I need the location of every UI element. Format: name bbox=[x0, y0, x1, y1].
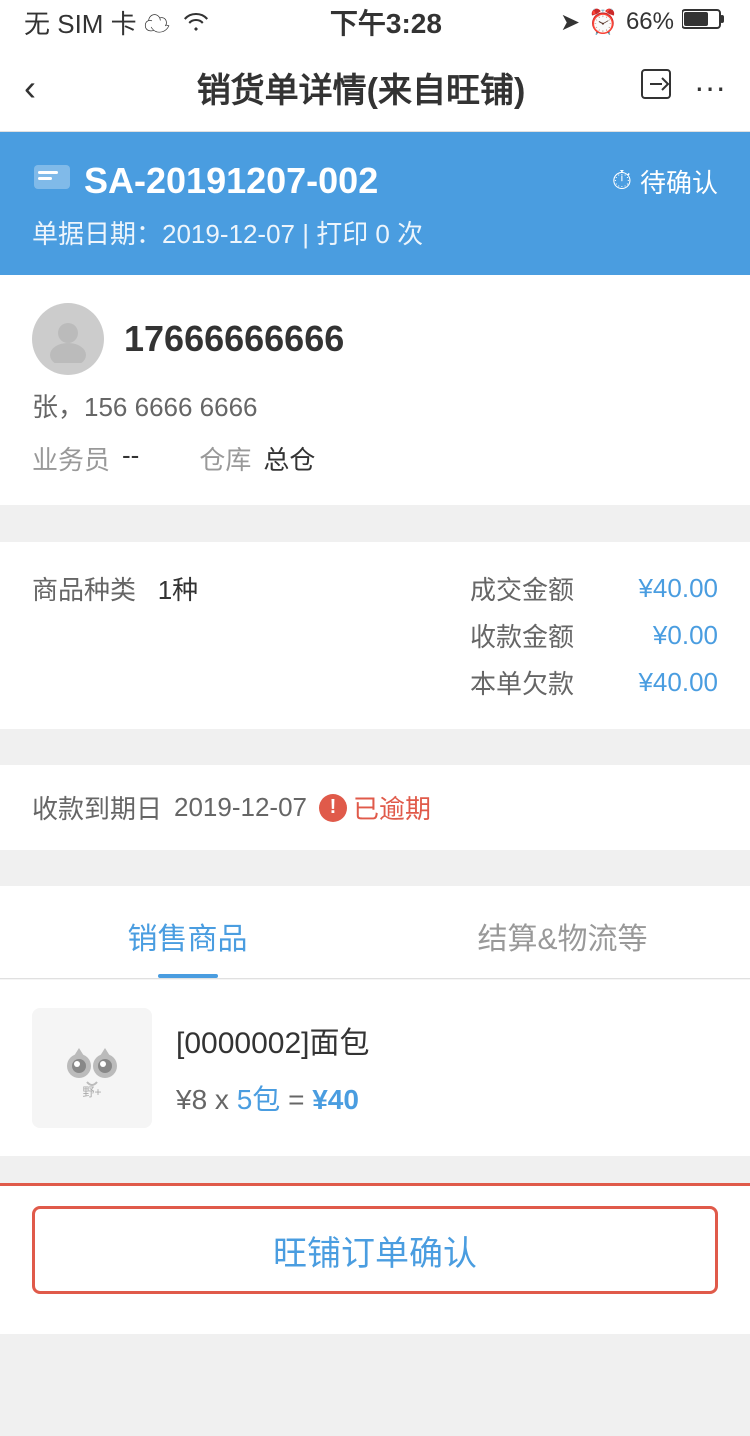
category-value: 1种 bbox=[158, 575, 198, 605]
confirm-button[interactable]: 旺铺订单确认 bbox=[32, 1206, 718, 1294]
more-button[interactable]: ··· bbox=[694, 69, 726, 106]
product-item: 野+ [0000002]面包 ¥8 x 5包 = ¥40 bbox=[0, 979, 750, 1156]
location-icon: ➤ bbox=[560, 8, 580, 37]
product-name: [0000002]面包 bbox=[176, 1018, 718, 1062]
warehouse-value: 总仓 bbox=[263, 440, 315, 477]
customer-name: 张，156 6666 6666 bbox=[32, 387, 718, 424]
due-date-value: 2019-12-07 bbox=[174, 792, 307, 823]
category-label: 商品种类 bbox=[32, 575, 136, 605]
debt-label: 本单欠款 bbox=[470, 664, 574, 701]
status-time: 下午3:28 bbox=[330, 2, 442, 42]
tabs-row: 销售商品 结算&物流等 bbox=[0, 886, 750, 979]
customer-phone: 17666666666 bbox=[124, 318, 344, 360]
overdue-badge: ! 已逾期 bbox=[319, 789, 431, 826]
clock-icon: ⏱ bbox=[612, 165, 632, 197]
amounts-left: 商品种类 1种 bbox=[32, 570, 198, 607]
overdue-dot-icon: ! bbox=[319, 794, 347, 822]
status-left: 无 SIM 卡 ☁ bbox=[24, 4, 212, 41]
salesperson-value: -- bbox=[122, 440, 139, 477]
product-price: ¥8 x 5包 = ¥40 bbox=[176, 1078, 718, 1118]
svg-text:野+: 野+ bbox=[82, 1085, 101, 1098]
due-date-section: 收款到期日 2019-12-07 ! 已逾期 bbox=[0, 765, 750, 850]
nav-actions: ··· bbox=[638, 66, 726, 110]
share-button[interactable] bbox=[638, 66, 674, 110]
debt-value: ¥40.00 bbox=[598, 667, 718, 698]
battery-icon bbox=[682, 8, 726, 37]
product-total: ¥40 bbox=[312, 1084, 359, 1115]
confirm-button-area: 旺铺订单确认 bbox=[0, 1183, 750, 1334]
product-image: 野+ bbox=[32, 1008, 152, 1128]
page-title: 销货单详情(来自旺铺) bbox=[84, 63, 638, 112]
amounts-section: 商品种类 1种 成交金额 ¥40.00 收款金额 ¥0.00 本单欠款 ¥40.… bbox=[0, 542, 750, 729]
equals-sign: = bbox=[288, 1084, 312, 1115]
received-value: ¥0.00 bbox=[598, 620, 718, 651]
no-sim-text: 无 SIM 卡 ☁ bbox=[24, 4, 170, 41]
order-status: ⏱ 待确认 bbox=[612, 163, 718, 200]
avatar bbox=[32, 303, 104, 375]
tab-settlement[interactable]: 结算&物流等 bbox=[375, 886, 750, 978]
salesperson-label: 业务员 bbox=[32, 440, 110, 477]
order-id: SA-20191207-002 bbox=[32, 160, 378, 202]
customer-section: 17666666666 张，156 6666 6666 业务员 -- 仓库 总仓 bbox=[0, 275, 750, 506]
tabs-section: 销售商品 结算&物流等 野+ [0000002]面包 ¥8 x bbox=[0, 886, 750, 1156]
order-header: SA-20191207-002 ⏱ 待确认 单据日期：2019-12-07 | … bbox=[0, 132, 750, 275]
tab-sales-products[interactable]: 销售商品 bbox=[0, 886, 375, 978]
order-icon bbox=[32, 160, 72, 202]
price-base: ¥8 x bbox=[176, 1084, 229, 1115]
transaction-label: 成交金额 bbox=[470, 570, 574, 607]
overdue-text: 已逾期 bbox=[353, 789, 431, 826]
status-bar: 无 SIM 卡 ☁ 下午3:28 ➤ ⏰ 66% bbox=[0, 0, 750, 44]
status-right: ➤ ⏰ 66% bbox=[560, 8, 726, 37]
alarm-icon: ⏰ bbox=[588, 8, 618, 37]
nav-bar: ‹ 销货单详情(来自旺铺) ··· bbox=[0, 44, 750, 132]
transaction-value: ¥40.00 bbox=[598, 573, 718, 604]
warehouse-label: 仓库 bbox=[199, 440, 251, 477]
customer-meta: 业务员 -- 仓库 总仓 bbox=[32, 440, 718, 477]
wifi-icon bbox=[180, 7, 212, 38]
product-qty: 5包 bbox=[237, 1084, 281, 1115]
product-info: [0000002]面包 ¥8 x 5包 = ¥40 bbox=[176, 1018, 718, 1118]
received-label: 收款金额 bbox=[470, 617, 574, 654]
back-button[interactable]: ‹ bbox=[24, 67, 84, 109]
amounts-right: 成交金额 ¥40.00 收款金额 ¥0.00 本单欠款 ¥40.00 bbox=[470, 570, 718, 701]
order-date: 单据日期：2019-12-07 | 打印 0 次 bbox=[32, 214, 718, 251]
due-date-label: 收款到期日 bbox=[32, 789, 162, 826]
battery-text: 66% bbox=[626, 8, 674, 36]
